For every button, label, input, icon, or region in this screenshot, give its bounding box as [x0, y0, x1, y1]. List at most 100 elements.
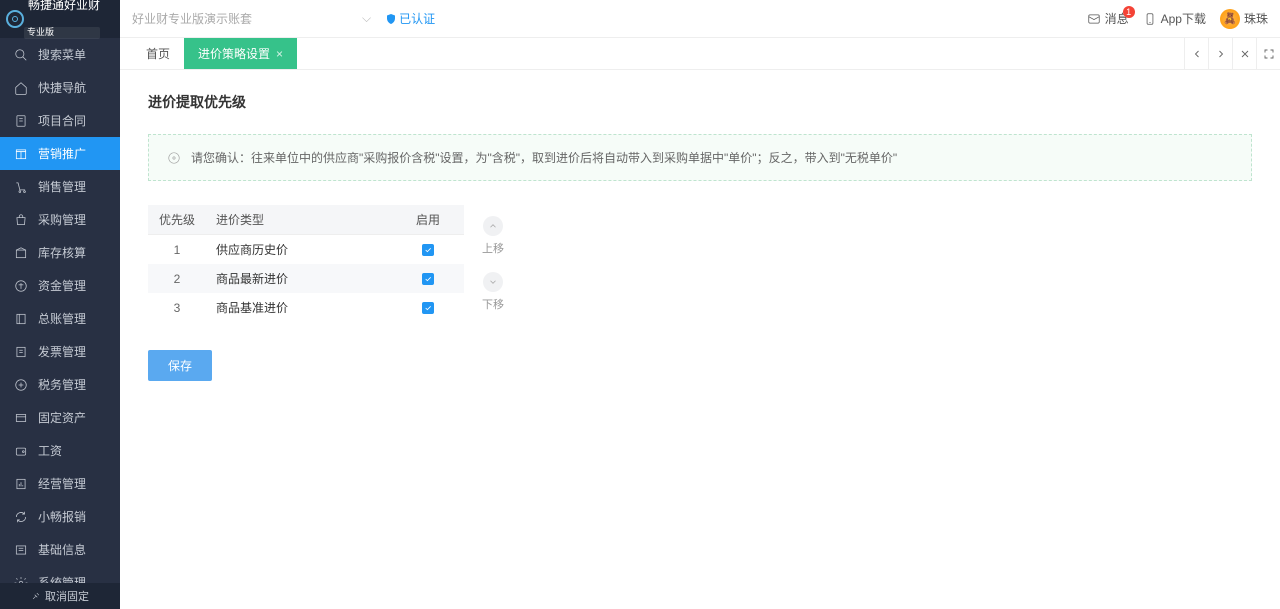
close-icon[interactable]: ×: [276, 47, 283, 61]
sidebar-item-sales[interactable]: 销售管理: [0, 170, 120, 203]
sidebar-item-basic[interactable]: 基础信息: [0, 533, 120, 566]
sidebar-unpin[interactable]: 取消固定: [0, 583, 120, 609]
brand-logo: 畅捷通好业财 专业版: [0, 0, 120, 38]
logo-icon: [6, 10, 24, 28]
sidebar-item-marketing[interactable]: 营销推广: [0, 137, 120, 170]
shield-icon: [385, 13, 397, 25]
sidebar-label: 发票管理: [38, 343, 86, 360]
cell-type: 供应商历史价: [206, 235, 392, 265]
phone-icon: [1143, 12, 1157, 26]
sidebar-item-operation[interactable]: 经营管理: [0, 467, 120, 500]
sidebar-item-project[interactable]: 项目合同: [0, 104, 120, 137]
table-row[interactable]: 1 供应商历史价: [148, 235, 464, 265]
table-header-row: 优先级 进价类型 启用: [148, 205, 464, 235]
tab-label: 首页: [146, 45, 170, 62]
wallet-icon: [14, 444, 28, 458]
sidebar-item-ledger[interactable]: 总账管理: [0, 302, 120, 335]
topbar: 好业财专业版演示账套 ⌵ 已认证 消息 1 App下载 🧸 珠珠: [120, 0, 1280, 38]
sidebar-label: 销售管理: [38, 178, 86, 195]
sidebar-item-tax[interactable]: 税务管理: [0, 368, 120, 401]
chart-icon: [14, 477, 28, 491]
table-row[interactable]: 2 商品最新进价: [148, 264, 464, 293]
page-title: 进价提取优先级: [148, 92, 1252, 112]
sidebar-label: 工资: [38, 442, 62, 459]
messages-button[interactable]: 消息 1: [1087, 10, 1129, 27]
message-icon: [1087, 12, 1101, 26]
col-priority: 优先级: [148, 205, 206, 235]
sidebar-item-quicknav[interactable]: 快捷导航: [0, 71, 120, 104]
sidebar-label: 总账管理: [38, 310, 86, 327]
home-icon: [14, 81, 28, 95]
tabs-next-button[interactable]: [1208, 38, 1232, 70]
messages-count: 1: [1123, 6, 1135, 18]
sidebar-label: 系统管理: [38, 574, 86, 583]
col-type: 进价类型: [206, 205, 392, 235]
checkbox-checked[interactable]: [422, 273, 434, 285]
receipt-icon: [14, 345, 28, 359]
cell-enable: [392, 235, 464, 265]
tabs-prev-button[interactable]: [1184, 38, 1208, 70]
search-icon: [14, 48, 28, 62]
cell-priority: 3: [148, 293, 206, 322]
sidebar-item-assets[interactable]: 固定资产: [0, 401, 120, 434]
col-enable: 启用: [392, 205, 464, 235]
sidebar-item-funds[interactable]: 资金管理: [0, 269, 120, 302]
sidebar-label: 采购管理: [38, 211, 86, 228]
book-icon: [14, 312, 28, 326]
sidebar-item-purchase[interactable]: 采购管理: [0, 203, 120, 236]
tabs-close-button[interactable]: [1232, 38, 1256, 70]
sidebar-label: 营销推广: [38, 145, 86, 162]
gift-icon: [14, 147, 28, 161]
fullscreen-button[interactable]: [1256, 38, 1280, 70]
content: 进价提取优先级 请您确认：往来单位中的供应商"采购报价含税"设置，为"含税"，取…: [120, 70, 1280, 609]
cell-enable: [392, 293, 464, 322]
list-icon: [14, 543, 28, 557]
cell-priority: 1: [148, 235, 206, 265]
move-up-button[interactable]: 上移: [482, 216, 504, 256]
sidebar-item-invoice[interactable]: 发票管理: [0, 335, 120, 368]
sidebar-label: 资金管理: [38, 277, 86, 294]
tab-price-strategy[interactable]: 进价策略设置 ×: [184, 38, 297, 69]
brand-name: 畅捷通好业财: [28, 0, 100, 13]
close-icon: [1239, 48, 1251, 60]
priority-section: 优先级 进价类型 启用 1 供应商历史价 2 商品最新: [148, 205, 1252, 322]
sidebar-label: 库存核算: [38, 244, 86, 261]
cart-icon: [14, 180, 28, 194]
move-up-label: 上移: [482, 240, 504, 256]
avatar-icon: 🧸: [1220, 9, 1240, 29]
checkbox-checked[interactable]: [422, 302, 434, 314]
tab-home[interactable]: 首页: [132, 38, 184, 69]
main: 好业财专业版演示账套 ⌵ 已认证 消息 1 App下载 🧸 珠珠: [120, 0, 1280, 609]
user-name: 珠珠: [1244, 10, 1268, 27]
chevron-down-icon: ⌵: [362, 11, 371, 26]
box-icon: [14, 246, 28, 260]
info-icon: [167, 151, 181, 165]
sidebar-label: 快捷导航: [38, 79, 86, 96]
sidebar-item-search[interactable]: 搜索菜单: [0, 38, 120, 71]
chevron-left-icon: [1191, 48, 1203, 60]
cell-priority: 2: [148, 264, 206, 293]
verified-badge: 已认证: [385, 10, 435, 27]
bag-icon: [14, 213, 28, 227]
move-down-button[interactable]: 下移: [482, 272, 504, 312]
sidebar-item-system[interactable]: 系统管理: [0, 566, 120, 583]
tabs-controls: [1184, 38, 1280, 69]
app-download-button[interactable]: App下载: [1143, 10, 1206, 27]
org-selector[interactable]: 好业财专业版演示账套 ⌵: [132, 10, 371, 27]
table-row[interactable]: 3 商品基准进价: [148, 293, 464, 322]
refresh-icon: [14, 510, 28, 524]
sidebar-label: 小畅报销: [38, 508, 86, 525]
cell-type: 商品最新进价: [206, 264, 392, 293]
sidebar-item-salary[interactable]: 工资: [0, 434, 120, 467]
brand-edition: 专业版: [24, 27, 100, 39]
save-button[interactable]: 保存: [148, 350, 212, 381]
sidebar-label: 固定资产: [38, 409, 86, 426]
verified-text: 已认证: [399, 10, 435, 27]
user-menu[interactable]: 🧸 珠珠: [1220, 9, 1268, 29]
tab-label: 进价策略设置: [198, 45, 270, 62]
unpin-label: 取消固定: [45, 588, 89, 604]
sidebar-item-inventory[interactable]: 库存核算: [0, 236, 120, 269]
sidebar-item-expense[interactable]: 小畅报销: [0, 500, 120, 533]
checkbox-checked[interactable]: [422, 244, 434, 256]
tabs-bar: 首页 进价策略设置 ×: [120, 38, 1280, 70]
